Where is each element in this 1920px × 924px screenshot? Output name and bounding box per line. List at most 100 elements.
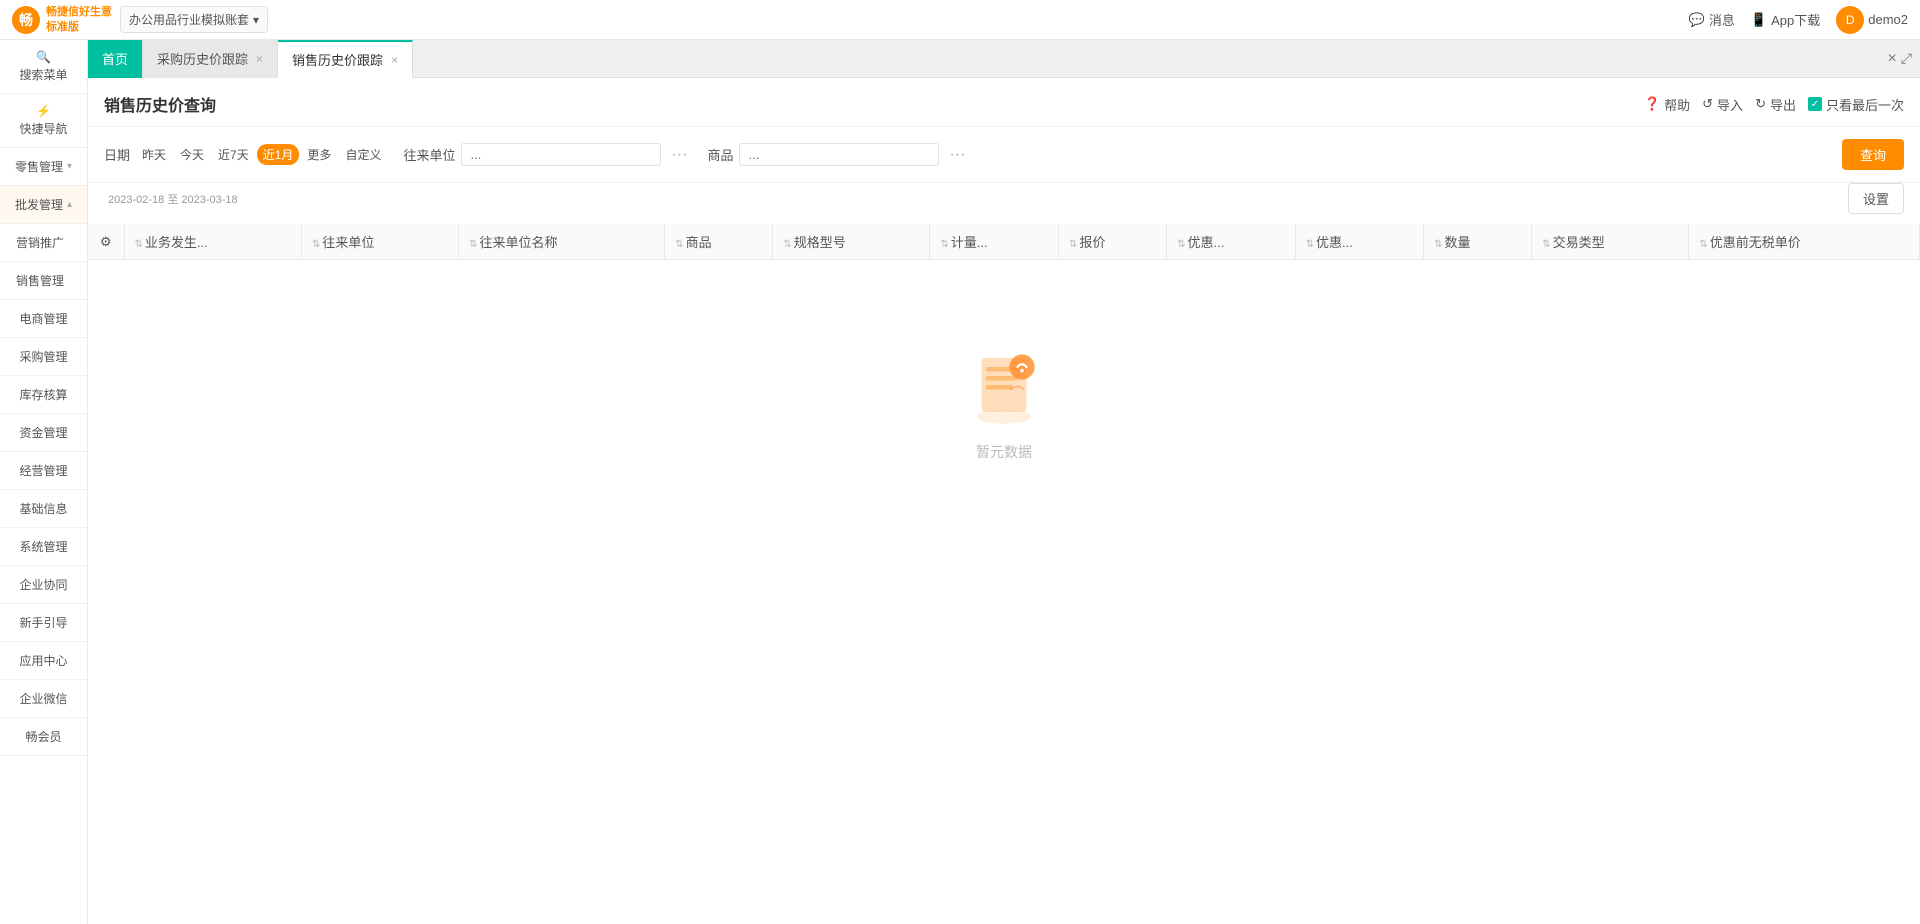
date-pill-custom[interactable]: 自定义 <box>339 144 387 165</box>
date-pill-today[interactable]: 今天 <box>174 144 210 165</box>
th-settings[interactable]: ⚙ <box>88 224 124 260</box>
partner-input[interactable] <box>461 143 661 166</box>
import-button[interactable]: ↺ 导入 <box>1702 95 1743 114</box>
sort-icon: ⇅ <box>675 239 683 250</box>
filter-row-2: 2023-02-18 至 2023-03-18 设置 <box>88 183 1920 224</box>
logo-area: 畅 畅捷信好生意 标准版 <box>12 5 112 34</box>
sidebar-item-enterprise-collab[interactable]: 企业协同 <box>0 566 87 604</box>
sidebar-item-finance-mgmt[interactable]: 资金管理 <box>0 414 87 452</box>
close-tab-sales-history[interactable]: × <box>391 53 398 67</box>
sort-icon: ⇅ <box>469 239 477 250</box>
tab-home[interactable]: 首页 <box>88 40 143 78</box>
import-icon: ↺ <box>1702 96 1713 112</box>
filter-buttons: 查询 <box>1842 139 1904 170</box>
th-trade-type[interactable]: ⇅交易类型 <box>1532 224 1689 260</box>
tab-sales-history[interactable]: 销售历史价跟踪 × <box>278 40 413 78</box>
app-download-action[interactable]: 📱 App下载 <box>1751 10 1820 29</box>
sidebar-item-marketing[interactable]: 营销推广 <box>0 224 87 262</box>
only-last-checkbox[interactable]: ✓ <box>1808 97 1822 111</box>
date-filter-group: 日期 昨天 今天 近7天 近1月 更多 自定义 <box>104 144 387 165</box>
th-discount2[interactable]: ⇅优惠... <box>1295 224 1424 260</box>
table-header-row: ⚙ ⇅业务发生... ⇅往来单位 ⇅往来单位名称 <box>88 224 1920 260</box>
sort-icon: ⇅ <box>940 239 948 250</box>
th-quote[interactable]: ⇅报价 <box>1058 224 1166 260</box>
th-quantity[interactable]: ⇅数量 <box>1424 224 1532 260</box>
top-bar-right: 💬 消息 📱 App下载 D demo2 <box>1689 6 1908 34</box>
download-icon: 📱 <box>1751 12 1767 28</box>
sidebar-item-quick-nav[interactable]: ⚡ 快捷导航 <box>0 94 87 148</box>
sidebar-item-sales-mgmt[interactable]: 销售管理 <box>0 262 87 300</box>
app-selector[interactable]: 办公用品行业模拟账套 ▾ <box>120 6 268 33</box>
help-icon: ❓ <box>1644 96 1660 112</box>
only-last-checkbox-label[interactable]: ✓ 只看最后一次 <box>1808 95 1904 114</box>
sort-icon: ⇅ <box>1177 239 1185 250</box>
date-pill-7days[interactable]: 近7天 <box>212 144 255 165</box>
sidebar-item-app-center[interactable]: 应用中心 <box>0 642 87 680</box>
sidebar-item-enterprise-wechat[interactable]: 企业微信 <box>0 680 87 718</box>
sidebar-item-beginner-guide[interactable]: 新手引导 <box>0 604 87 642</box>
query-button[interactable]: 查询 <box>1842 139 1904 170</box>
sort-icon: ⇅ <box>1542 239 1550 250</box>
logo-icon: 畅 <box>12 6 40 34</box>
sidebar-item-inventory[interactable]: 库存核算 <box>0 376 87 414</box>
date-pill-more[interactable]: 更多 <box>301 144 337 165</box>
empty-text: 暂元数据 <box>976 442 1032 462</box>
th-partner-name[interactable]: ⇅往来单位名称 <box>459 224 665 260</box>
tab-purchase-history[interactable]: 采购历史价跟踪 × <box>143 40 278 78</box>
goods-dots-icon[interactable]: ··· <box>945 146 969 164</box>
th-biz-date[interactable]: ⇅业务发生... <box>124 224 302 260</box>
content-area: 首页 采购历史价跟踪 × 销售历史价跟踪 × × ⤢ 销售历史价查询 <box>88 40 1920 924</box>
partner-filter-group: 往来单位 ··· <box>403 143 691 166</box>
th-pre-tax-price[interactable]: ⇅优惠前无税单价 <box>1689 224 1920 260</box>
sidebar: 🔍 搜索菜单 ⚡ 快捷导航 零售管理 ▾ 批发管理 ▴ 营销推广 销售管理 电商… <box>0 40 88 924</box>
top-bar: 畅 畅捷信好生意 标准版 办公用品行业模拟账套 ▾ 💬 消息 📱 App下载 D… <box>0 0 1920 40</box>
partner-filter-label: 往来单位 <box>403 145 455 164</box>
help-button[interactable]: ❓ 帮助 <box>1644 95 1690 114</box>
goods-filter-group: 商品 ··· <box>707 143 969 166</box>
sidebar-item-member[interactable]: 畅会员 <box>0 718 87 756</box>
top-bar-left: 畅 畅捷信好生意 标准版 办公用品行业模拟账套 ▾ <box>12 5 268 34</box>
th-spec[interactable]: ⇅规格型号 <box>773 224 930 260</box>
settings-button[interactable]: 设置 <box>1848 183 1904 214</box>
date-pill-yesterday[interactable]: 昨天 <box>136 144 172 165</box>
date-filter-label: 日期 <box>104 145 130 164</box>
export-button[interactable]: ↻ 导出 <box>1755 95 1796 114</box>
message-icon: 💬 <box>1689 12 1705 28</box>
partner-dots-icon[interactable]: ··· <box>667 146 691 164</box>
goods-filter-label: 商品 <box>707 145 733 164</box>
settings-gear-icon[interactable]: ⚙ <box>100 234 112 249</box>
sort-icon: ⇅ <box>1699 239 1707 250</box>
sort-icon: ⇅ <box>1434 239 1442 250</box>
th-partner-code[interactable]: ⇅往来单位 <box>302 224 459 260</box>
close-window-icon[interactable]: × <box>1887 50 1896 68</box>
data-table: ⚙ ⇅业务发生... ⇅往来单位 ⇅往来单位名称 <box>88 224 1920 260</box>
sidebar-item-basic-info[interactable]: 基础信息 <box>0 490 87 528</box>
search-icon: 🔍 <box>36 50 51 64</box>
tab-bar-actions: × ⤢ <box>1887 50 1920 68</box>
th-goods[interactable]: ⇅商品 <box>665 224 773 260</box>
sidebar-item-purchase-mgmt[interactable]: 采购管理 <box>0 338 87 376</box>
sidebar-item-retail-mgmt[interactable]: 零售管理 ▾ <box>0 148 87 186</box>
filter-area: 日期 昨天 今天 近7天 近1月 更多 自定义 往来单位 ··· <box>88 127 1920 183</box>
empty-state-icon <box>959 340 1049 430</box>
th-discount1[interactable]: ⇅优惠... <box>1167 224 1296 260</box>
sidebar-item-system-mgmt[interactable]: 系统管理 <box>0 528 87 566</box>
maximize-icon[interactable]: ⤢ <box>1901 50 1912 67</box>
empty-state: 暂元数据 <box>88 260 1920 522</box>
sidebar-item-operations-mgmt[interactable]: 经营管理 <box>0 452 87 490</box>
sidebar-item-ecommerce-mgmt[interactable]: 电商管理 <box>0 300 87 338</box>
sidebar-item-search-menu[interactable]: 🔍 搜索菜单 <box>0 40 87 94</box>
chevron-up-icon: ▴ <box>67 199 72 210</box>
message-action[interactable]: 💬 消息 <box>1689 10 1735 29</box>
date-pills: 昨天 今天 近7天 近1月 更多 自定义 <box>136 144 387 165</box>
page-header-actions: ❓ 帮助 ↺ 导入 ↻ 导出 ✓ 只看最后一次 <box>1644 95 1904 114</box>
goods-input[interactable] <box>739 143 939 166</box>
page-title: 销售历史价查询 <box>104 92 216 116</box>
sidebar-item-wholesale-mgmt[interactable]: 批发管理 ▴ <box>0 186 87 224</box>
date-pill-1month[interactable]: 近1月 <box>257 144 300 165</box>
close-tab-purchase-history[interactable]: × <box>256 52 263 66</box>
sort-icon: ⇅ <box>783 239 791 250</box>
th-unit[interactable]: ⇅计量... <box>930 224 1059 260</box>
chevron-down-icon: ▾ <box>253 13 259 27</box>
user-action[interactable]: D demo2 <box>1836 6 1908 34</box>
